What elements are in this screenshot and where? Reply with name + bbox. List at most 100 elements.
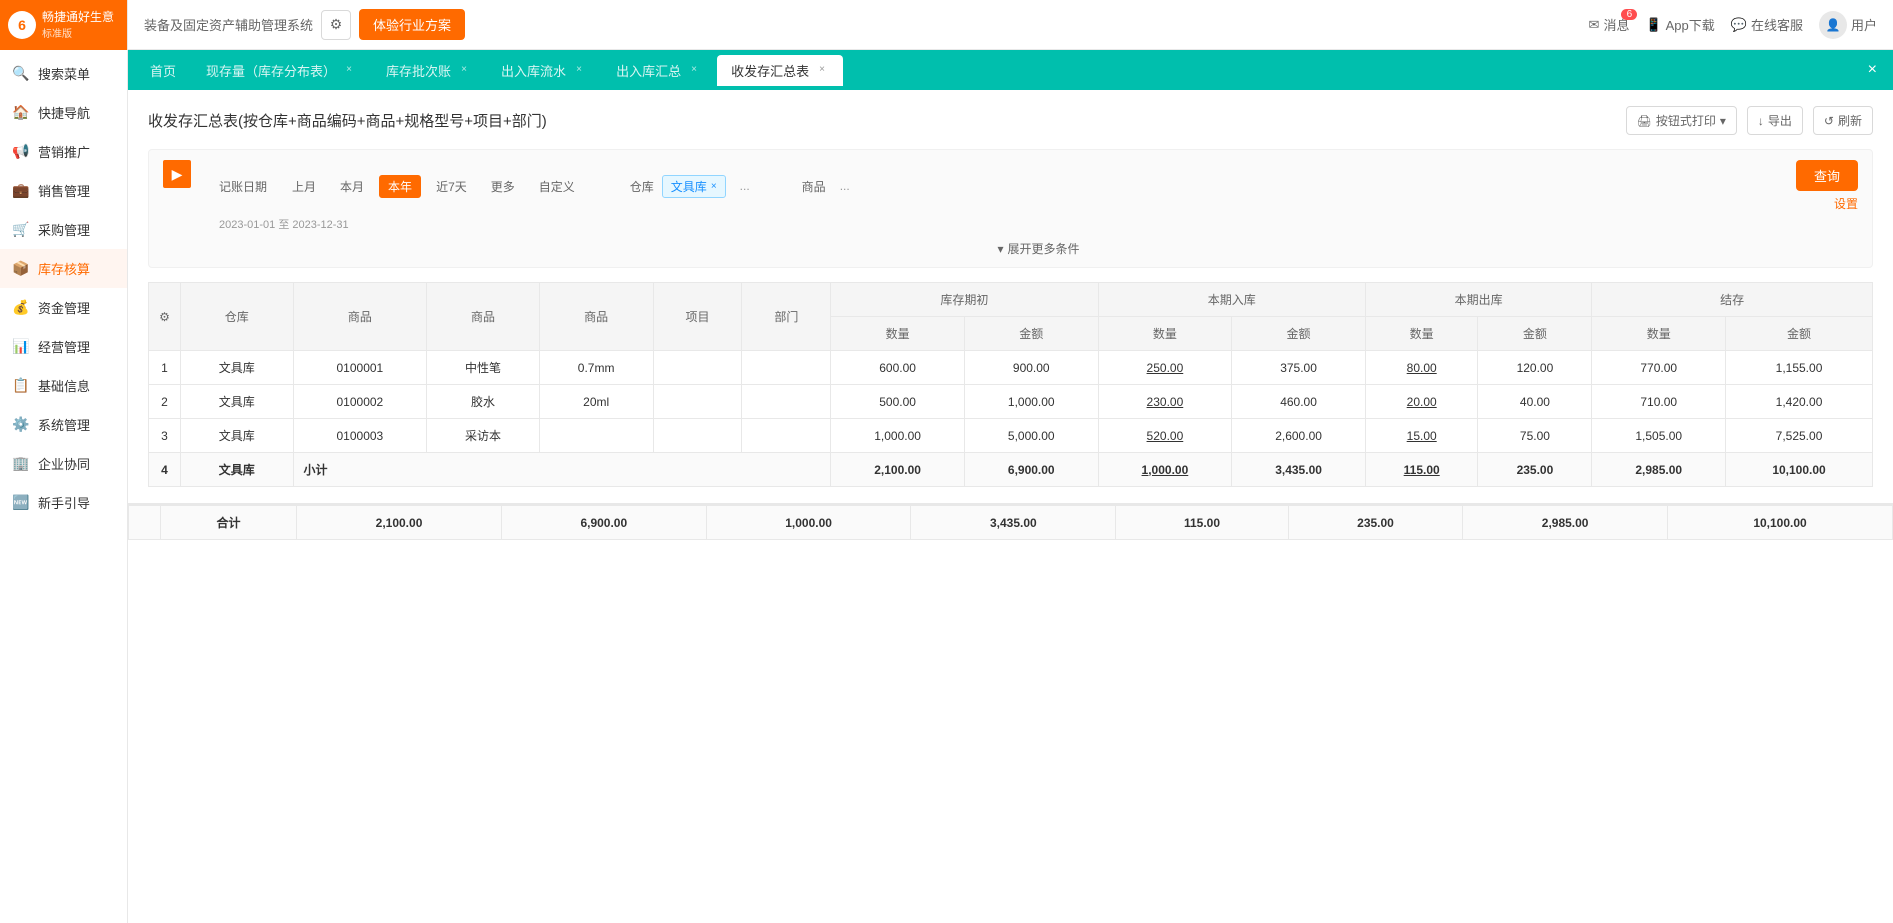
col-opening-header: 库存期初 bbox=[831, 283, 1098, 317]
col-opening-amount-header: 金额 bbox=[964, 317, 1098, 351]
row-product-name: 中性笔 bbox=[427, 351, 540, 385]
col-out-qty-header: 数量 bbox=[1365, 317, 1478, 351]
message-button[interactable]: ✉ 消息 6 bbox=[1589, 15, 1630, 34]
row-in-amount: 460.00 bbox=[1232, 385, 1366, 419]
row-in-qty[interactable]: 250.00 bbox=[1098, 351, 1232, 385]
trial-button[interactable]: 体验行业方案 bbox=[359, 9, 465, 40]
row-closing-amount: 1,155.00 bbox=[1726, 351, 1873, 385]
date-btn-last-month[interactable]: 上月 bbox=[283, 175, 325, 198]
sidebar-item-basic[interactable]: 📋 基础信息 bbox=[0, 366, 127, 405]
refresh-button[interactable]: ↺ 刷新 bbox=[1813, 106, 1873, 135]
row-department bbox=[742, 351, 831, 385]
col-product-spec-header: 商品 bbox=[539, 283, 653, 351]
date-btn-more[interactable]: 更多 bbox=[482, 175, 524, 198]
sidebar-item-quicknav[interactable]: 🏠 快捷导航 bbox=[0, 93, 127, 132]
close-tab-button[interactable]: × bbox=[1860, 61, 1885, 79]
tab-io-summary[interactable]: 出入库汇总 × bbox=[602, 55, 715, 86]
expand-button[interactable]: ▾ 展开更多条件 bbox=[997, 240, 1079, 257]
user-button[interactable]: 👤 用户 bbox=[1819, 11, 1877, 39]
subtotal-row: 4 文具库 小计 2,100.00 6,900.00 1,000.00 3,43… bbox=[149, 453, 1873, 487]
warehouse-label: 仓库 bbox=[630, 178, 654, 195]
row-opening-qty: 600.00 bbox=[831, 351, 965, 385]
export-button[interactable]: ↓ 导出 bbox=[1747, 106, 1803, 135]
col-project-header: 项目 bbox=[653, 283, 742, 351]
tab-home[interactable]: 首页 bbox=[136, 55, 190, 86]
subtotal-label: 小计 bbox=[293, 453, 831, 487]
tab-inventory-dist[interactable]: 现存量（库存分布表） × bbox=[192, 55, 370, 86]
row-out-qty[interactable]: 80.00 bbox=[1365, 351, 1478, 385]
sidebar-item-finance[interactable]: 💰 资金管理 bbox=[0, 288, 127, 327]
sidebar-item-search[interactable]: 🔍 搜索菜单 bbox=[0, 54, 127, 93]
filter-main: ▶ 记账日期 上月 本月 本年 近7天 更多 bbox=[163, 160, 1858, 257]
inventory-icon: 📦 bbox=[12, 260, 30, 277]
col-in-amount-header: 金额 bbox=[1232, 317, 1366, 351]
sidebar-item-label: 快捷导航 bbox=[38, 103, 90, 122]
row-in-qty[interactable]: 230.00 bbox=[1098, 385, 1232, 419]
filter-product-row: 商品 ... bbox=[802, 177, 856, 195]
row-in-qty[interactable]: 520.00 bbox=[1098, 419, 1232, 453]
row-out-qty[interactable]: 20.00 bbox=[1365, 385, 1478, 419]
filter-setting-button[interactable]: 设置 bbox=[1834, 195, 1858, 212]
footer-bar: 合计 2,100.00 6,900.00 1,000.00 3,435.00 1… bbox=[128, 503, 1893, 540]
tab-close-icon[interactable]: × bbox=[457, 63, 471, 77]
app-download-button[interactable]: 📱 App下载 bbox=[1645, 15, 1714, 34]
row-product-spec bbox=[539, 419, 653, 453]
sidebar-item-label: 基础信息 bbox=[38, 376, 90, 395]
sidebar-item-guide[interactable]: 🆕 新手引导 bbox=[0, 483, 127, 522]
col-in-qty-header: 数量 bbox=[1098, 317, 1232, 351]
row-warehouse: 文具库 bbox=[181, 419, 294, 453]
date-btn-this-year[interactable]: 本年 bbox=[379, 175, 421, 198]
tab-batch-ledger[interactable]: 库存批次账 × bbox=[372, 55, 485, 86]
filter-toggle-button[interactable]: ▶ bbox=[163, 160, 191, 188]
subtotal-out-qty[interactable]: 115.00 bbox=[1365, 453, 1478, 487]
sidebar-item-corp[interactable]: 🏢 企业协同 bbox=[0, 444, 127, 483]
online-service-button[interactable]: 💬 在线客服 bbox=[1731, 15, 1803, 34]
row-warehouse: 文具库 bbox=[181, 351, 294, 385]
print-button[interactable]: 🖨 按钮式打印 ▾ bbox=[1626, 106, 1737, 135]
row-product-code: 0100001 bbox=[293, 351, 427, 385]
row-opening-qty: 500.00 bbox=[831, 385, 965, 419]
row-out-qty[interactable]: 15.00 bbox=[1365, 419, 1478, 453]
gear-icon: ⚙ bbox=[330, 16, 343, 33]
message-icon: ✉ bbox=[1589, 17, 1600, 33]
toggle-icon: ▶ bbox=[172, 166, 183, 183]
row-seq: 3 bbox=[149, 419, 181, 453]
warehouse-more-button[interactable]: ... bbox=[734, 177, 756, 195]
topbar: 装备及固定资产辅助管理系统 ⚙ 体验行业方案 ✉ 消息 6 📱 App下载 💬 … bbox=[128, 0, 1893, 50]
subtotal-opening-amount: 6,900.00 bbox=[964, 453, 1098, 487]
col-setting-header[interactable]: ⚙ bbox=[149, 283, 181, 351]
sidebar-item-label: 新手引导 bbox=[38, 493, 90, 512]
export-icon: ↓ bbox=[1758, 114, 1764, 128]
date-btn-7days[interactable]: 近7天 bbox=[427, 175, 476, 198]
total-out-qty: 115.00 bbox=[1116, 506, 1289, 540]
dropdown-icon: ▾ bbox=[1720, 114, 1726, 128]
tab-io-flow[interactable]: 出入库流水 × bbox=[487, 55, 600, 86]
tab-close-icon[interactable]: × bbox=[687, 63, 701, 77]
page-title: 收发存汇总表(按仓库+商品编码+商品+规格型号+项目+部门) bbox=[148, 110, 547, 131]
row-opening-amount: 1,000.00 bbox=[964, 385, 1098, 419]
date-btn-custom[interactable]: 自定义 bbox=[530, 175, 584, 198]
product-more-button[interactable]: ... bbox=[834, 177, 856, 195]
sidebar-item-business[interactable]: 📊 经营管理 bbox=[0, 327, 127, 366]
sidebar-item-system[interactable]: ⚙️ 系统管理 bbox=[0, 405, 127, 444]
marketing-icon: 📢 bbox=[12, 143, 30, 160]
app-logo: 6 bbox=[8, 11, 36, 39]
warehouse-tag-close[interactable]: × bbox=[711, 181, 717, 192]
sidebar-item-sales[interactable]: 💼 销售管理 bbox=[0, 171, 127, 210]
sidebar-item-marketing[interactable]: 📢 营销推广 bbox=[0, 132, 127, 171]
subtotal-in-qty[interactable]: 1,000.00 bbox=[1098, 453, 1232, 487]
sidebar-item-purchase[interactable]: 🛒 采购管理 bbox=[0, 210, 127, 249]
tab-recv-send-summary[interactable]: 收发存汇总表 × bbox=[717, 55, 843, 86]
tab-home-label: 首页 bbox=[150, 61, 176, 80]
settings-gear-button[interactable]: ⚙ bbox=[321, 10, 351, 40]
app-download-label: App下载 bbox=[1666, 15, 1715, 34]
tab-close-icon[interactable]: × bbox=[815, 63, 829, 77]
date-btn-this-month[interactable]: 本月 bbox=[331, 175, 373, 198]
row-project bbox=[653, 419, 742, 453]
sidebar-item-inventory[interactable]: 📦 库存核算 bbox=[0, 249, 127, 288]
date-label: 记账日期 bbox=[219, 178, 267, 195]
tab-close-icon[interactable]: × bbox=[572, 63, 586, 77]
query-button[interactable]: 查询 bbox=[1796, 160, 1858, 191]
user-icon: 👤 bbox=[1826, 18, 1841, 32]
tab-close-icon[interactable]: × bbox=[342, 63, 356, 77]
